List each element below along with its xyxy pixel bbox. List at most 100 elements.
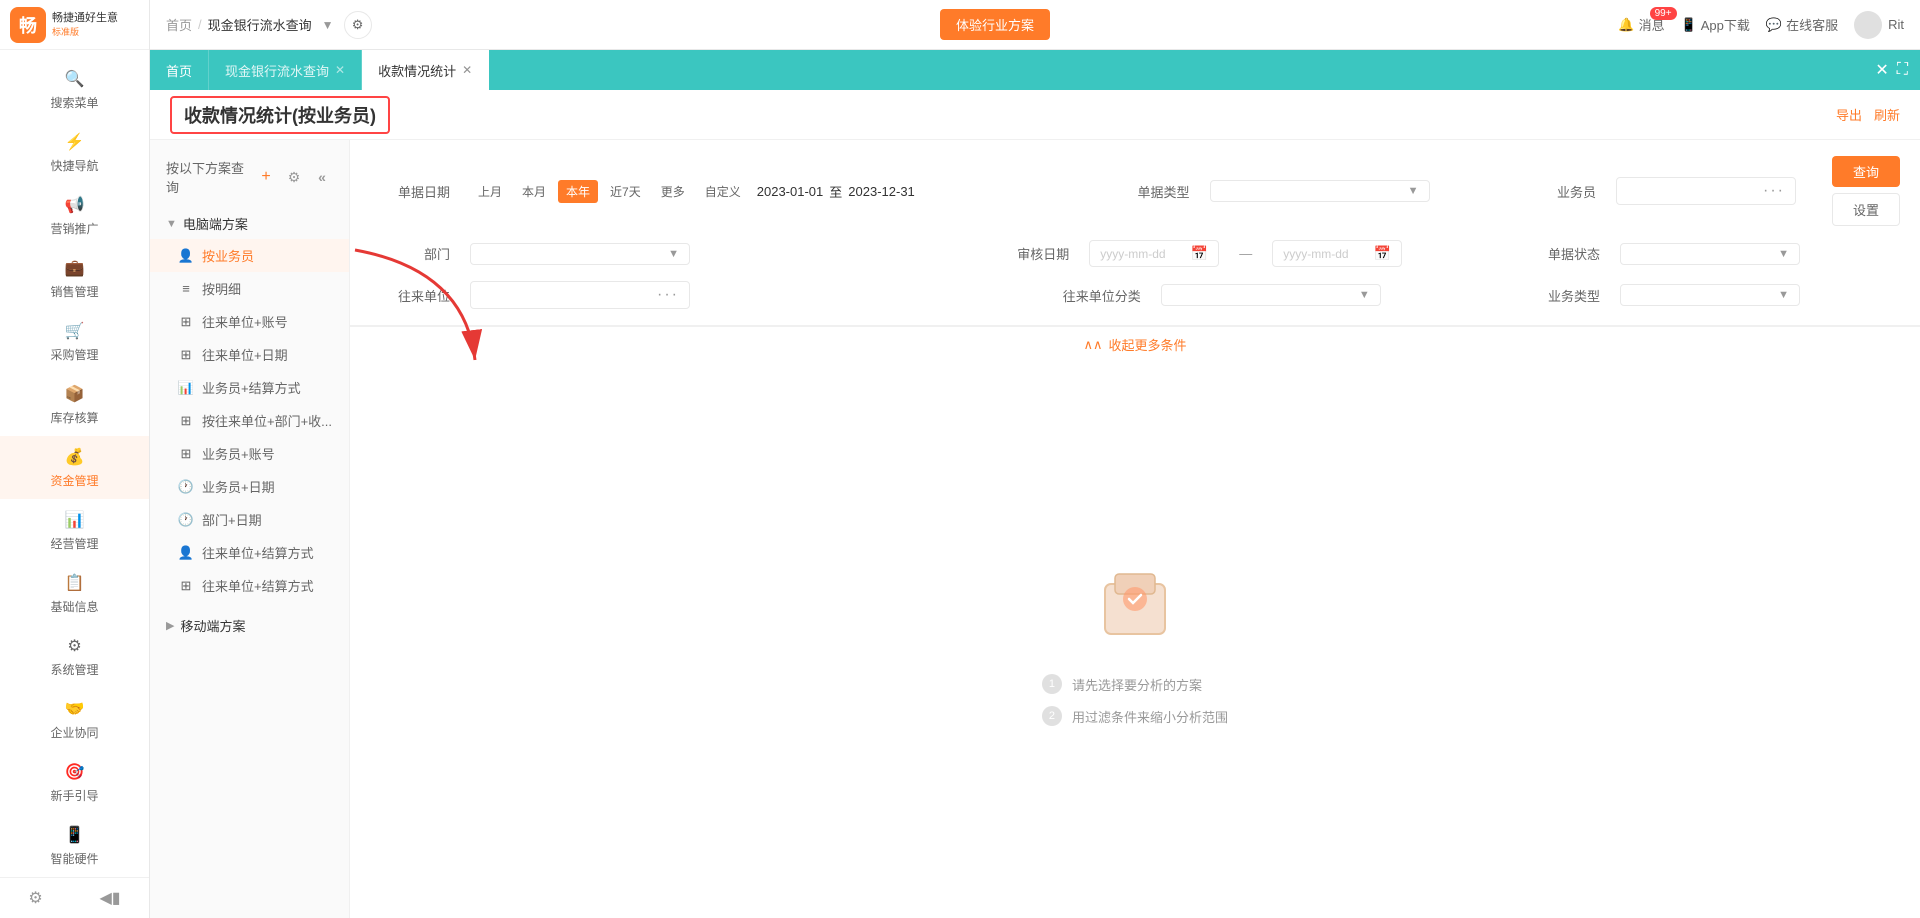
tab-collection-stat[interactable]: 收款情况统计 ✕: [362, 50, 489, 90]
export-btn[interactable]: 导出: [1836, 105, 1862, 124]
app-download-btn[interactable]: 📱 App下载: [1681, 15, 1750, 34]
page-header-actions: 导出 刷新: [1836, 105, 1900, 124]
scheme-item-unit-date[interactable]: ⊞ 往来单位+日期: [150, 338, 349, 371]
action-buttons: 查询 设置: [1832, 156, 1900, 226]
scheme-item-unit-account[interactable]: ⊞ 往来单位+账号: [150, 305, 349, 338]
quick-nav-icon: ⚡: [64, 131, 86, 153]
sidebar-item-sales[interactable]: 💼 销售管理: [0, 247, 149, 310]
avatar-image: [1854, 11, 1882, 39]
date-tab-7days[interactable]: 近7天: [602, 180, 649, 203]
refresh-btn[interactable]: 刷新: [1874, 105, 1900, 124]
scheme-item-by-detail[interactable]: ≡ 按明细: [150, 272, 349, 305]
sidebar-item-system[interactable]: ⚙ 系统管理: [0, 625, 149, 688]
date-tab-this-year[interactable]: 本年: [558, 180, 598, 203]
sidebar-item-quick-nav[interactable]: ⚡ 快捷导航: [0, 121, 149, 184]
grid4-icon: ⊞: [178, 446, 194, 462]
left-panel: 按以下方案查询 + ⚙ « ▼ 电脑端方案: [150, 140, 350, 918]
scheme-item-unit-settlement2[interactable]: ⊞ 往来单位+结算方式: [150, 569, 349, 602]
scheme-item-by-salesperson[interactable]: 👤 按业务员: [150, 239, 349, 272]
salesperson-more[interactable]: ···: [1763, 182, 1785, 200]
bill-status-select[interactable]: ▼: [1620, 243, 1800, 265]
user-avatar[interactable]: Rit: [1854, 11, 1904, 39]
tab-expand-btn[interactable]: ⛶: [1897, 61, 1908, 79]
logo-icon: 畅: [10, 7, 46, 43]
tabbar: 首页 现金银行流水查询 ✕ 收款情况统计 ✕ ✕ ⛶: [150, 50, 1920, 90]
sidebar-item-enterprise[interactable]: 🤝 企业协同: [0, 688, 149, 751]
business-type-arrow: ▼: [1778, 289, 1789, 301]
sidebar-item-guide[interactable]: 🎯 新手引导: [0, 751, 149, 814]
scheme-group-arrow: ▼: [166, 218, 177, 230]
date-filter-control: 上月 本月 本年 近7天 更多 自定义 2023-01-01 至: [470, 180, 915, 203]
business-type-select[interactable]: ▼: [1620, 284, 1800, 306]
topbar-settings-btn[interactable]: ⚙: [344, 11, 372, 39]
audit-date-end[interactable]: yyyy-mm-dd 📅: [1272, 240, 1402, 267]
date-tab-last-month[interactable]: 上月: [470, 180, 510, 203]
filter-settings-btn[interactable]: 设置: [1832, 193, 1900, 226]
query-btn[interactable]: 查询: [1832, 156, 1900, 187]
filter-row-1: 单据日期 上月 本月 本年 近7天 更多 自定义: [370, 156, 1900, 226]
scheme-group-mobile-label: 移动端方案: [180, 616, 245, 635]
tab-close-all-btn[interactable]: ✕: [1875, 60, 1888, 80]
date-label: 单据日期: [370, 182, 450, 201]
dept-arrow: ▼: [668, 248, 679, 260]
online-service-btn[interactable]: 💬 在线客服: [1766, 15, 1838, 34]
sidebar-settings-btn[interactable]: ⚙: [28, 888, 42, 908]
counterparty-select[interactable]: ···: [470, 281, 690, 309]
topbar: 首页 / 现金银行流水查询 ▼ ⚙ 体验行业方案 🔔 消息 99+ 📱 App下…: [150, 0, 1920, 50]
dept-select[interactable]: ▼: [470, 243, 690, 265]
clock2-icon: 🕐: [178, 512, 194, 528]
trial-industry-btn[interactable]: 体验行业方案: [940, 9, 1050, 40]
sidebar-item-marketing[interactable]: 📢 营销推广: [0, 184, 149, 247]
scheme-group-mobile-header[interactable]: ▶ 移动端方案: [150, 610, 349, 641]
bill-type-select[interactable]: ▼: [1210, 180, 1430, 202]
sidebar-item-hardware[interactable]: 📱 智能硬件: [0, 814, 149, 877]
notification-btn[interactable]: 🔔 消息 99+: [1618, 15, 1664, 34]
page-content: 收款情况统计(按业务员) 导出 刷新 按以下方案查询 + ⚙ «: [150, 90, 1920, 918]
date-tab-this-month[interactable]: 本月: [514, 180, 554, 203]
collapse-bar[interactable]: ∧∧ 收起更多条件: [350, 326, 1920, 362]
person-icon: 👤: [178, 248, 194, 264]
scheme-item-salesperson-account[interactable]: ⊞ 业务员+账号: [150, 437, 349, 470]
scheme-item-dept-date[interactable]: 🕐 部门+日期: [150, 503, 349, 536]
empty-step-1: 1 请先选择要分析的方案: [1042, 674, 1228, 694]
sidebar-collapse-btn[interactable]: ◀▮: [99, 888, 120, 908]
sidebar-item-search[interactable]: 🔍 搜索菜单: [0, 58, 149, 121]
tab-close-bank-flow[interactable]: ✕: [335, 63, 345, 77]
scheme-collapse-btn[interactable]: «: [311, 166, 333, 188]
scheme-item-salesperson-settlement[interactable]: 📊 业务员+结算方式: [150, 371, 349, 404]
calendar-end-icon: 📅: [1374, 245, 1391, 262]
tabbar-actions: ✕ ⛶: [1863, 60, 1920, 80]
scheme-item-unit-dept[interactable]: ⊞ 按往来单位+部门+收...: [150, 404, 349, 437]
sidebar-item-operation[interactable]: 📊 经营管理: [0, 499, 149, 562]
sidebar-item-finance[interactable]: 💰 资金管理: [0, 436, 149, 499]
search-icon: 🔍: [64, 68, 86, 90]
date-tab-more[interactable]: 更多: [653, 180, 693, 203]
salesperson-label: 业务员: [1516, 182, 1596, 201]
counterparty-more[interactable]: ···: [657, 286, 679, 304]
audit-date-start[interactable]: yyyy-mm-dd 📅: [1089, 240, 1219, 267]
sidebar-item-purchase[interactable]: 🛒 采购管理: [0, 310, 149, 373]
tab-home[interactable]: 首页: [150, 50, 209, 90]
scheme-item-unit-settlement1[interactable]: 👤 往来单位+结算方式: [150, 536, 349, 569]
filter-row-2: 部门 ▼ 审核日期 yyyy-mm-dd 📅 —: [370, 240, 1900, 267]
scheme-settings-btn[interactable]: ⚙: [283, 166, 305, 188]
counterparty-category-select[interactable]: ▼: [1161, 284, 1381, 306]
scheme-item-salesperson-date[interactable]: 🕐 业务员+日期: [150, 470, 349, 503]
salesperson-select[interactable]: ···: [1616, 177, 1796, 205]
sidebar-item-inventory[interactable]: 📦 库存核算: [0, 373, 149, 436]
system-icon: ⚙: [64, 635, 86, 657]
app-logo: 畅 畅捷通好生意 标准版: [0, 0, 149, 50]
tab-bank-flow[interactable]: 现金银行流水查询 ✕: [209, 50, 362, 90]
filter-area: 单据日期 上月 本月 本年 近7天 更多 自定义: [350, 140, 1920, 326]
scheme-add-btn[interactable]: +: [255, 166, 277, 188]
breadcrumb-dropdown[interactable]: ▼: [322, 18, 334, 32]
scheme-group-desktop-header[interactable]: ▼ 电脑端方案: [150, 208, 349, 239]
logo-text: 畅捷通好生意 标准版: [52, 11, 118, 39]
enterprise-icon: 🤝: [64, 698, 86, 720]
inventory-icon: 📦: [64, 383, 86, 405]
date-tab-custom[interactable]: 自定义: [697, 180, 749, 203]
marketing-icon: 📢: [64, 194, 86, 216]
sidebar-item-basic[interactable]: 📋 基础信息: [0, 562, 149, 625]
list-icon: ≡: [178, 281, 194, 297]
tab-close-collection-stat[interactable]: ✕: [462, 63, 472, 77]
